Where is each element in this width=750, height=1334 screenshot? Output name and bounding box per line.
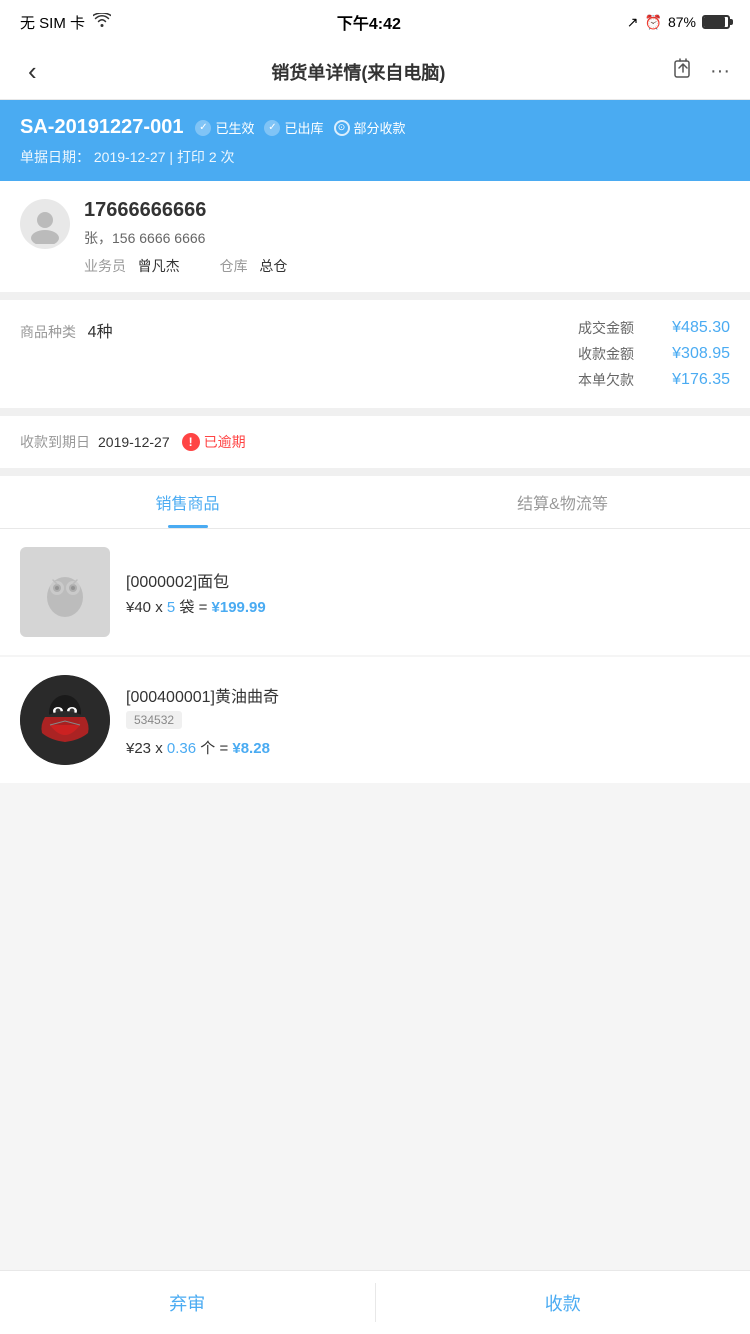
page-title: 销货单详情(来自电脑) (271, 59, 445, 85)
status-badge-partial: ⊙ 部分收款 (334, 118, 406, 137)
wifi-icon (93, 13, 111, 31)
cancel-button[interactable]: 弃审 (0, 1271, 375, 1334)
location-icon: ↗ (627, 14, 639, 31)
product-list: [0000002]面包 ¥40 x 5 袋 = ¥199.99 (0, 529, 750, 783)
status-right: ↗ ⏰ 87% (627, 14, 730, 31)
battery-icon (702, 15, 730, 29)
order-id-row: SA-20191227-001 ✓ 已生效 ✓ 已出库 ⊙ 部分收款 (20, 116, 730, 139)
status-time: 下午4:42 (337, 10, 401, 34)
product-item-1: [0000002]面包 ¥40 x 5 袋 = ¥199.99 (0, 529, 750, 655)
product-name-1: [0000002]面包 (126, 568, 730, 592)
alarm-icon: ⏰ (645, 14, 662, 31)
product-total-1: ¥199.99 (212, 599, 266, 616)
product-name-2: [000400001]黄油曲奇 (126, 683, 730, 707)
back-button[interactable]: ‹ (20, 48, 45, 95)
due-section: 收款到期日 2019-12-27 ! 已逾期 (0, 416, 750, 476)
received-value: ¥308.95 (650, 345, 730, 363)
warehouse-label: 仓库 (220, 258, 248, 274)
nav-bar: ‹ 销货单详情(来自电脑) ··· (0, 44, 750, 100)
warehouse-name: 总仓 (259, 258, 287, 274)
customer-name: 张，156 6666 6666 (84, 228, 730, 248)
product-info-1: [0000002]面包 ¥40 x 5 袋 = ¥199.99 (126, 568, 730, 617)
received-label: 收款金额 (578, 344, 634, 364)
staff-label: 业务员 (84, 258, 126, 274)
received-row: 收款金额 ¥308.95 (578, 344, 730, 364)
tabs-section: 销售商品 结算&物流等 (0, 476, 750, 529)
amount-label: 成交金额 (578, 318, 634, 338)
customer-staff-row: 业务员 曾凡杰 仓库 总仓 (84, 256, 730, 276)
product-thumb-2 (20, 675, 110, 765)
status-badges: ✓ 已生效 ✓ 已出库 ⊙ 部分收款 (195, 118, 405, 137)
product-info-2: [000400001]黄油曲奇 534532 ¥23 x 0.36 个 = ¥8… (126, 683, 730, 758)
confirm-button[interactable]: 收款 (376, 1271, 750, 1334)
overdue-icon: ! (182, 433, 200, 451)
share-button[interactable] (672, 58, 694, 86)
nav-actions: ··· (672, 58, 730, 86)
customer-info: 17666666666 张，156 6666 6666 业务员 曾凡杰 仓库 总… (84, 199, 730, 276)
amount-value: ¥485.30 (650, 319, 730, 337)
battery-percent: 87% (668, 14, 696, 30)
status-left: 无 SIM 卡 (20, 12, 111, 33)
order-banner: SA-20191227-001 ✓ 已生效 ✓ 已出库 ⊙ 部分收款 单据日期：… (0, 100, 750, 181)
product-qty-2: 0.36 (167, 740, 196, 757)
more-button[interactable]: ··· (710, 60, 730, 83)
carrier-text: 无 SIM 卡 (20, 12, 85, 33)
product-type-label: 商品种类 (20, 324, 76, 340)
product-count: 4种 (88, 324, 113, 341)
overdue-badge: ! 已逾期 (182, 432, 246, 452)
due-date-value: 2019-12-27 (98, 434, 170, 450)
bottom-bar: 弃审 收款 (0, 1270, 750, 1334)
avatar (20, 199, 70, 249)
summary-section: 商品种类 4种 成交金额 ¥485.30 收款金额 ¥308.95 本单欠款 ¥… (0, 300, 750, 416)
status-badge-shipped: ✓ 已出库 (264, 118, 323, 137)
debt-row: 本单欠款 ¥176.35 (578, 370, 730, 390)
product-qty-1: 5 (167, 599, 175, 616)
check-icon-2: ✓ (264, 120, 280, 136)
product-price-1: ¥40 x 5 袋 = ¥199.99 (126, 596, 730, 617)
status-badge-active: ✓ 已生效 (195, 118, 254, 137)
debt-label: 本单欠款 (578, 370, 634, 390)
clock-icon: ⊙ (334, 120, 350, 136)
summary-right: 成交金额 ¥485.30 收款金额 ¥308.95 本单欠款 ¥176.35 (578, 318, 730, 390)
product-sku-2: 534532 (126, 711, 182, 729)
product-price-2: ¥23 x 0.36 个 = ¥8.28 (126, 737, 730, 758)
overdue-text: 已逾期 (204, 432, 246, 452)
amount-row: 成交金额 ¥485.30 (578, 318, 730, 338)
product-thumb-1 (20, 547, 110, 637)
customer-section: 17666666666 张，156 6666 6666 业务员 曾凡杰 仓库 总… (0, 181, 750, 300)
tab-sales-products[interactable]: 销售商品 (0, 476, 375, 528)
staff-name: 曾凡杰 (138, 258, 180, 274)
product-item-2: [000400001]黄油曲奇 534532 ¥23 x 0.36 个 = ¥8… (0, 657, 750, 783)
status-bar: 无 SIM 卡 下午4:42 ↗ ⏰ 87% (0, 0, 750, 44)
debt-value: ¥176.35 (650, 371, 730, 389)
summary-left: 商品种类 4种 (20, 318, 113, 342)
due-date-label: 收款到期日 (20, 432, 90, 452)
order-meta: 单据日期： 2019-12-27 | 打印 2 次 (20, 147, 730, 167)
check-icon-1: ✓ (195, 120, 211, 136)
product-total-2: ¥8.28 (232, 740, 270, 757)
customer-phone: 17666666666 (84, 199, 730, 222)
order-id: SA-20191227-001 (20, 116, 183, 139)
tab-settlement[interactable]: 结算&物流等 (375, 476, 750, 528)
